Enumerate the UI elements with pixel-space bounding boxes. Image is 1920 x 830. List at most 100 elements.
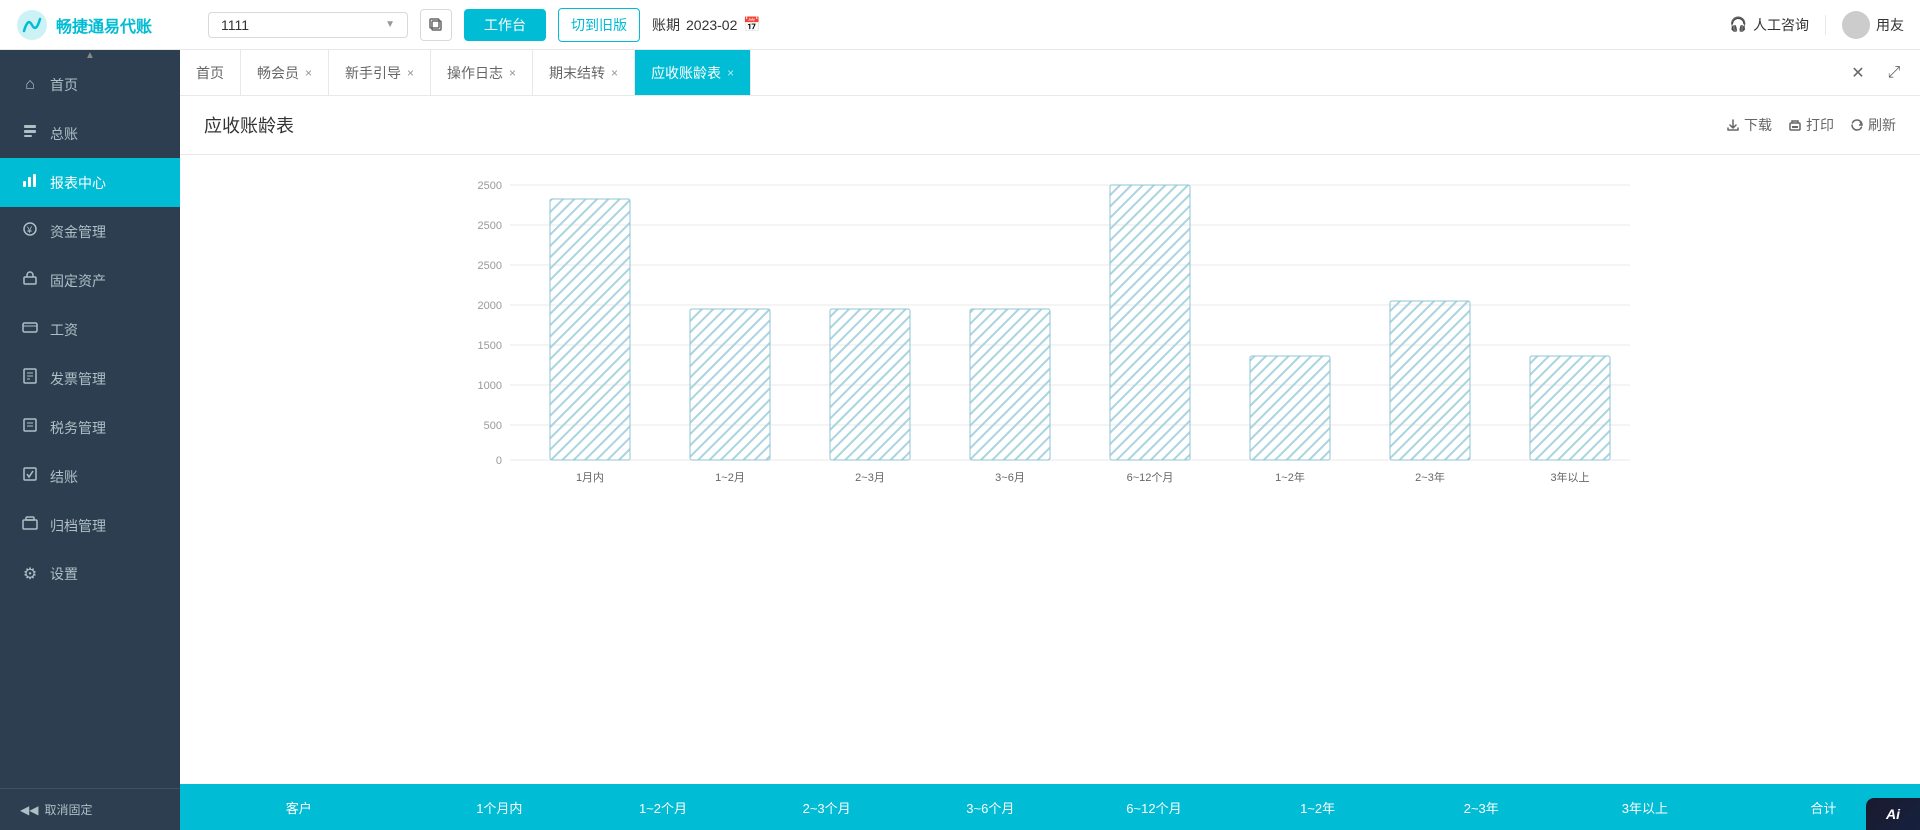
ai-badge[interactable]: Ai [1866,798,1920,830]
close-all-button[interactable]: ✕ [1844,59,1872,87]
sidebar-item-label-payroll: 工资 [50,320,78,340]
copy-button[interactable] [420,9,452,41]
svg-text:0: 0 [496,455,502,467]
col-3plus-year: 3年以上 [1563,798,1727,817]
page-content: 应收账龄表 下载 打印 刷新 [180,96,1920,830]
tab-member[interactable]: 畅会员 × [241,50,329,95]
sidebar-item-closing[interactable]: 结账 [0,452,180,501]
page-actions: 下载 打印 刷新 [1726,115,1896,135]
bar-chart: 2500 2500 2500 2000 1500 1000 500 0 [210,175,1890,515]
company-name: 1111 [221,17,249,33]
payroll-icon [20,319,40,340]
tab-oplog-label: 操作日志 [447,63,503,83]
sidebar-footer[interactable]: ◀◀ 取消固定 [0,788,180,830]
download-button[interactable]: 下载 [1726,115,1772,135]
tab-period-closing-close[interactable]: × [611,66,618,80]
svg-text:2500: 2500 [478,220,502,232]
user-info[interactable]: 用友 [1842,11,1904,39]
sidebar-item-label-closing: 结账 [50,467,78,487]
chart-wrapper: 2500 2500 2500 2000 1500 1000 500 0 [210,175,1890,555]
invoice-icon [20,368,40,389]
svg-text:1月内: 1月内 [576,470,604,484]
sidebar-item-tax[interactable]: 税务管理 [0,403,180,452]
closing-icon [20,466,40,487]
svg-text:¥: ¥ [26,225,33,235]
download-label: 下载 [1744,115,1772,135]
sidebar-item-archive[interactable]: 归档管理 [0,501,180,550]
content-area: 首页 畅会员 × 新手引导 × 操作日志 × 期末结转 × 应收账龄表 × [180,50,1920,830]
tab-ar-aging-close[interactable]: × [727,66,734,80]
tab-ar-aging[interactable]: 应收账龄表 × [635,50,751,95]
reports-icon [20,172,40,193]
copy-icon [428,17,444,33]
company-selector[interactable]: 1111 ▼ [208,12,408,38]
tab-home[interactable]: 首页 [180,50,241,95]
sidebar: ▲ ⌂ 首页 总账 报表中心 ¥ [0,50,180,830]
refresh-button[interactable]: 刷新 [1850,115,1896,135]
sidebar-item-payroll[interactable]: 工资 [0,305,180,354]
col-2-3year: 2~3年 [1399,798,1563,817]
sidebar-item-assets[interactable]: 固定资产 [0,256,180,305]
col-1-2month: 1~2个月 [581,798,745,817]
sidebar-scroll-area: ▲ [0,50,180,61]
chevron-down-icon: ▼ [385,19,395,30]
svg-text:2~3年: 2~3年 [1415,470,1445,484]
svg-text:500: 500 [484,420,502,432]
page-header: 应收账龄表 下载 打印 刷新 [180,96,1920,155]
user-icon [1847,16,1865,34]
svg-text:1000: 1000 [478,380,502,392]
tab-guide[interactable]: 新手引导 × [329,50,431,95]
app-name: 畅捷通易代账 [56,13,152,37]
svg-text:6~12个月: 6~12个月 [1127,471,1174,484]
tab-oplog-close[interactable]: × [509,66,516,80]
top-header: 畅捷通易代账 1111 ▼ 工作台 切到旧版 账期 2023-02 📅 🎧 人工… [0,0,1920,50]
svg-text:1~2月: 1~2月 [715,472,745,484]
col-6-12month: 6~12个月 [1072,798,1236,817]
sidebar-item-reports[interactable]: 报表中心 [0,158,180,207]
tab-period-closing[interactable]: 期末结转 × [533,50,635,95]
sidebar-item-funds[interactable]: ¥ 资金管理 [0,207,180,256]
app-logo: 畅捷通易代账 [16,9,196,41]
switch-old-button[interactable]: 切到旧版 [558,8,640,42]
logo-icon [16,9,48,41]
workbench-button[interactable]: 工作台 [464,9,546,41]
print-label: 打印 [1806,115,1834,135]
print-button[interactable]: 打印 [1788,115,1834,135]
scroll-up-arrow[interactable]: ▲ [85,50,95,61]
sidebar-item-settings[interactable]: ⚙ 设置 [0,550,180,598]
sidebar-item-home[interactable]: ⌂ 首页 [0,61,180,109]
tab-oplog[interactable]: 操作日志 × [431,50,533,95]
sidebar-item-ledger[interactable]: 总账 [0,109,180,158]
calendar-icon[interactable]: 📅 [743,16,760,33]
assets-icon [20,270,40,291]
svg-text:2500: 2500 [478,180,502,192]
print-icon [1788,118,1802,132]
sidebar-item-label-archive: 归档管理 [50,516,106,536]
sidebar-item-label-home: 首页 [50,75,78,95]
svg-text:2000: 2000 [478,300,502,312]
tab-member-close[interactable]: × [305,66,312,80]
period-value: 2023-02 [686,17,737,33]
tabs-bar: 首页 畅会员 × 新手引导 × 操作日志 × 期末结转 × 应收账龄表 × [180,50,1920,96]
tax-icon [20,417,40,438]
maximize-button[interactable]: ⤢ [1880,59,1908,87]
col-1-2year: 1~2年 [1236,798,1400,817]
period-info: 账期 2023-02 📅 [652,15,761,35]
ai-label: Ai [1886,806,1900,822]
col-customer: 客户 [180,798,418,817]
tabs-actions: ✕ ⤢ [1844,59,1920,87]
sidebar-item-label-settings: 设置 [50,564,78,584]
sidebar-item-invoice[interactable]: 发票管理 [0,354,180,403]
tab-ar-aging-label: 应收账龄表 [651,63,721,83]
header-right: 🎧 人工咨询 用友 [1730,11,1904,39]
refresh-icon [1850,118,1864,132]
consult-button[interactable]: 🎧 人工咨询 [1730,15,1809,35]
svg-text:3~6月: 3~6月 [995,472,1025,484]
tab-guide-close[interactable]: × [407,66,414,80]
home-icon: ⌂ [20,76,40,94]
pin-icon: ◀◀ [20,803,38,817]
svg-text:2500: 2500 [478,260,502,272]
headset-icon: 🎧 [1730,16,1747,33]
user-name: 用友 [1876,15,1904,35]
ledger-icon [20,123,40,144]
